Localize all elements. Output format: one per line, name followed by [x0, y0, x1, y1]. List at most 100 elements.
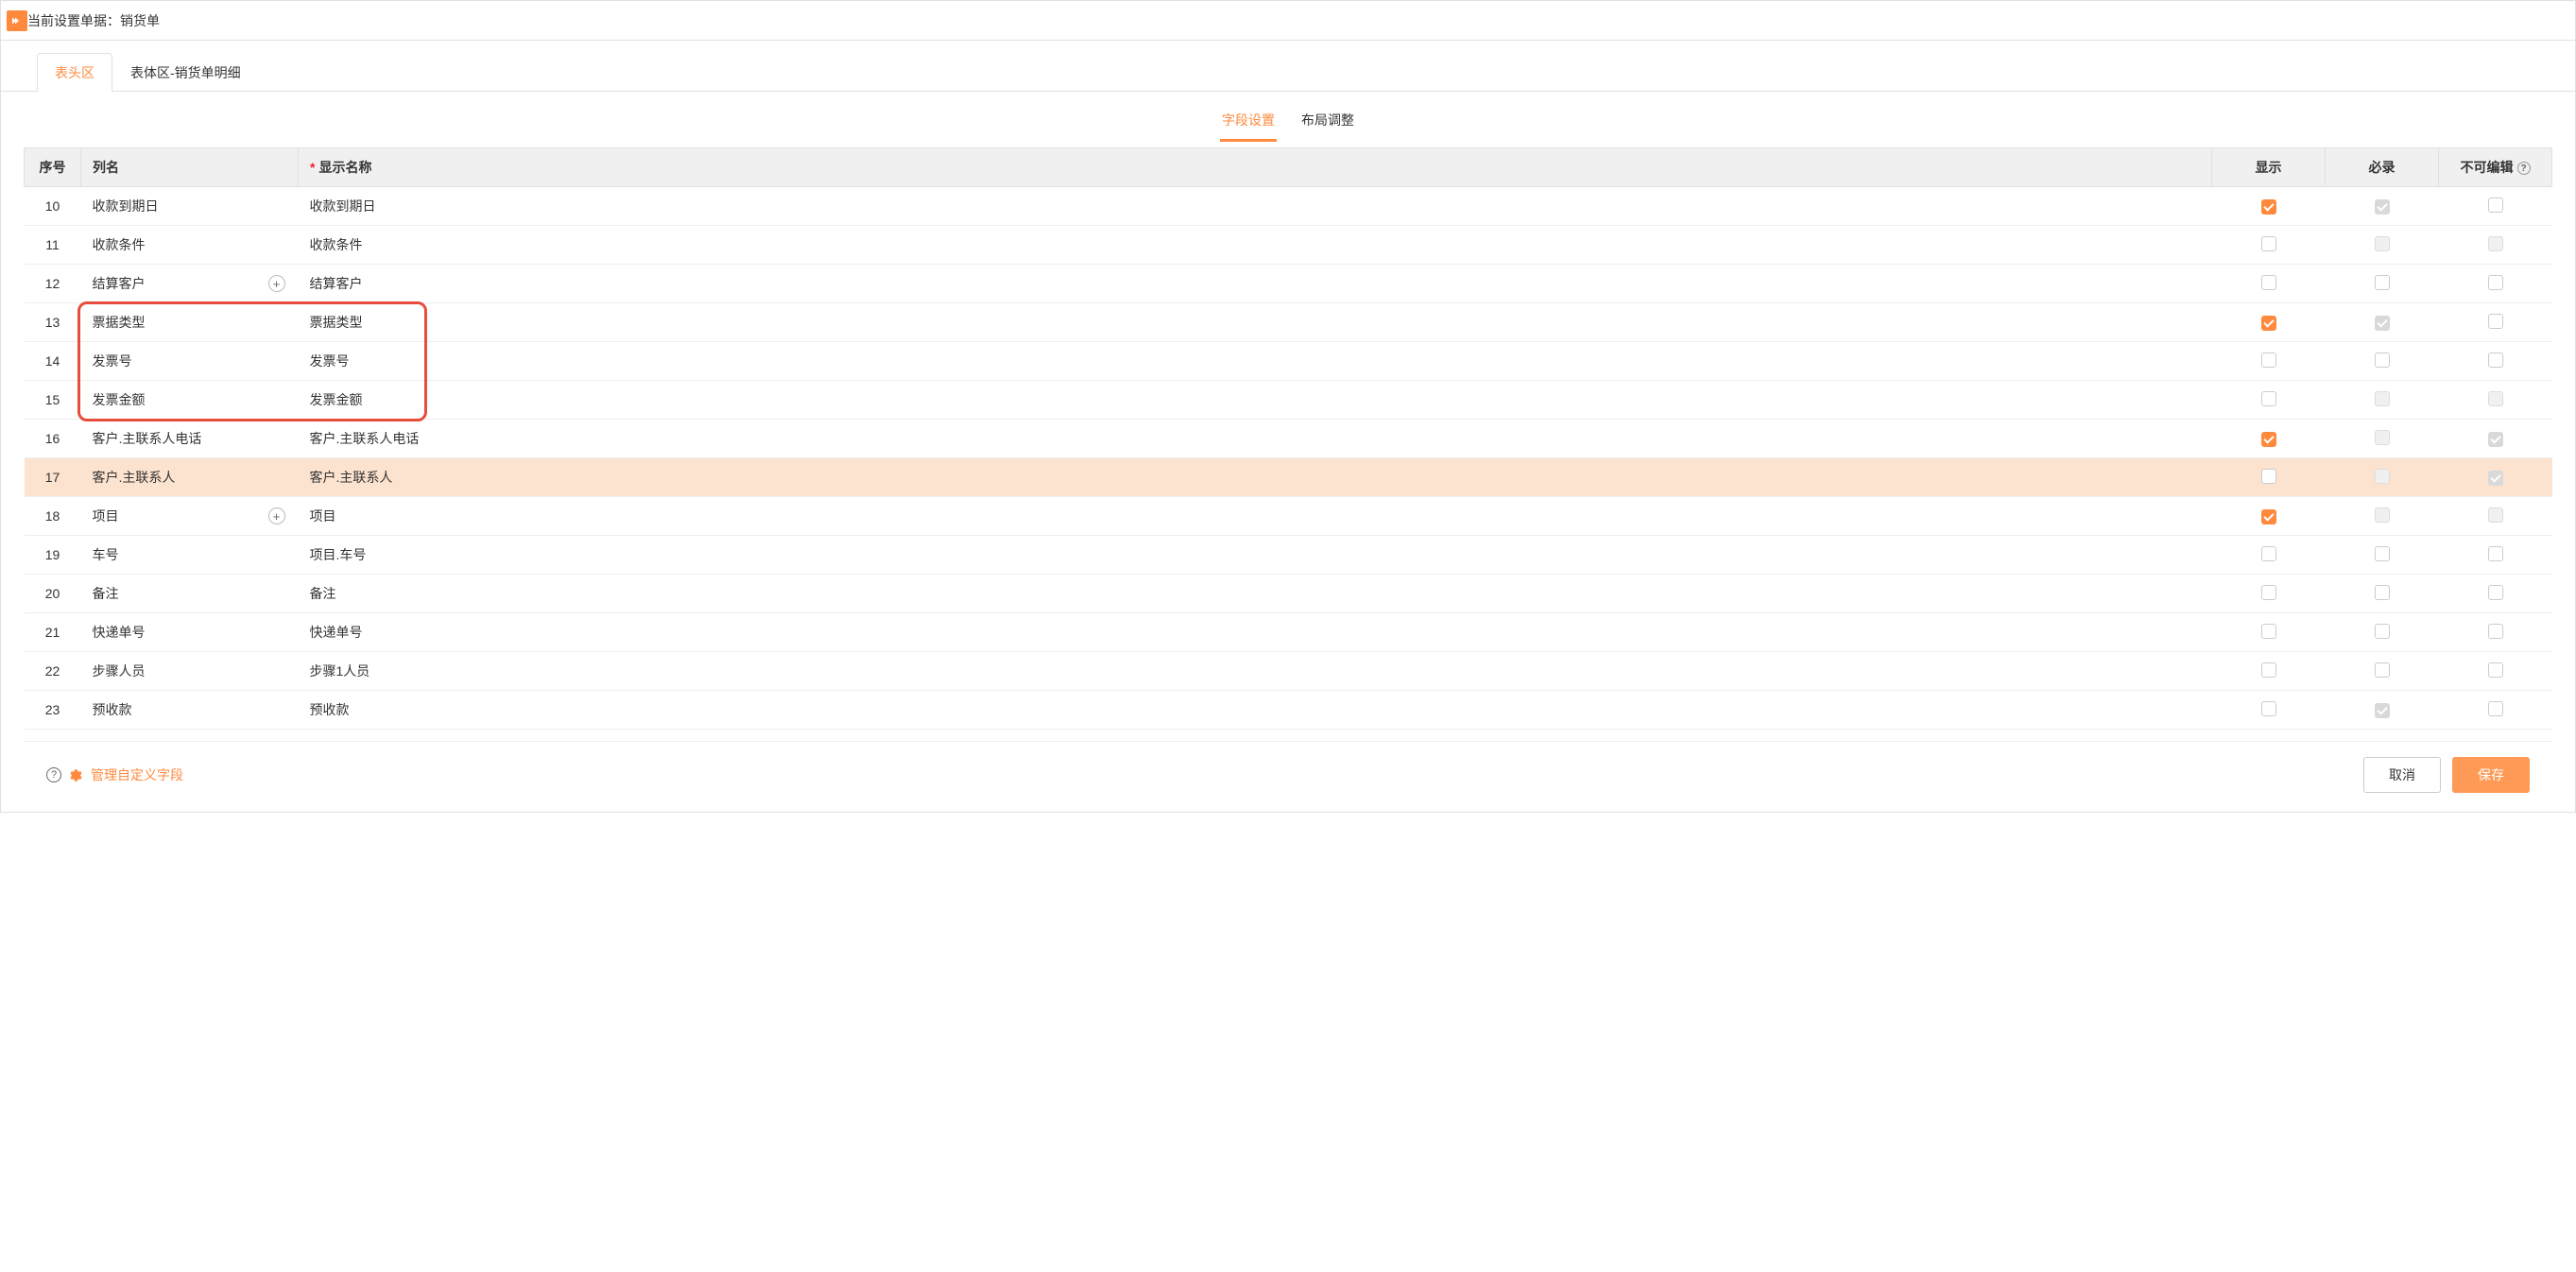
- row-name-text: 客户.主联系人电话: [93, 431, 202, 446]
- checkbox-required: [2375, 507, 2390, 523]
- row-display-name[interactable]: 发票金额: [299, 381, 2212, 420]
- table-row: 20备注备注: [25, 575, 2552, 613]
- field-settings-table: 序号 列名 *显示名称 显示 必录 不可编辑? 10收款到期日收款到期日11收款…: [24, 147, 2552, 730]
- row-name: 票据类型: [81, 303, 299, 342]
- table-row: 10收款到期日收款到期日: [25, 187, 2552, 226]
- row-name: 车号: [81, 536, 299, 575]
- row-index: 23: [25, 691, 81, 730]
- row-display-name[interactable]: 预收款: [299, 691, 2212, 730]
- row-name: 快递单号: [81, 613, 299, 652]
- checkbox-show[interactable]: [2261, 624, 2276, 639]
- checkbox-show[interactable]: [2261, 316, 2276, 331]
- row-index: 19: [25, 536, 81, 575]
- column-header-required: 必录: [2326, 148, 2439, 187]
- checkbox-required[interactable]: [2375, 662, 2390, 678]
- row-name-text: 车号: [93, 547, 119, 562]
- top-tab-0[interactable]: 表头区: [37, 53, 112, 92]
- sub-tabs: 字段设置布局调整: [1, 92, 2575, 147]
- checkbox-required: [2375, 430, 2390, 445]
- checkbox-show[interactable]: [2261, 469, 2276, 484]
- row-display-name[interactable]: 票据类型: [299, 303, 2212, 342]
- sub-tab-0[interactable]: 字段设置: [1220, 107, 1277, 142]
- checkbox-show[interactable]: [2261, 275, 2276, 290]
- table-row: 16客户.主联系人电话客户.主联系人电话: [25, 420, 2552, 458]
- row-index: 11: [25, 226, 81, 265]
- checkbox-required: [2375, 391, 2390, 406]
- help-icon[interactable]: ?: [46, 767, 61, 782]
- checkbox-show[interactable]: [2261, 546, 2276, 561]
- checkbox-show[interactable]: [2261, 432, 2276, 447]
- table-row: 14发票号发票号: [25, 342, 2552, 381]
- checkbox-required[interactable]: [2375, 585, 2390, 600]
- row-name: 收款条件: [81, 226, 299, 265]
- checkbox-required: [2375, 236, 2390, 251]
- row-index: 22: [25, 652, 81, 691]
- checkbox-show[interactable]: [2261, 352, 2276, 368]
- checkbox-readonly[interactable]: [2488, 662, 2503, 678]
- checkbox-readonly[interactable]: [2488, 701, 2503, 716]
- checkbox-readonly[interactable]: [2488, 352, 2503, 368]
- table-row: 18项目+项目: [25, 497, 2552, 536]
- checkbox-show[interactable]: [2261, 585, 2276, 600]
- checkbox-show[interactable]: [2261, 236, 2276, 251]
- add-button[interactable]: +: [268, 507, 285, 524]
- checkbox-readonly[interactable]: [2488, 198, 2503, 213]
- header-bar: 当前设置单据：销货单: [1, 1, 2575, 41]
- row-index: 15: [25, 381, 81, 420]
- row-name: 收款到期日: [81, 187, 299, 226]
- checkbox-required[interactable]: [2375, 275, 2390, 290]
- row-display-name[interactable]: 客户.主联系人电话: [299, 420, 2212, 458]
- checkbox-show[interactable]: [2261, 701, 2276, 716]
- row-display-name[interactable]: 客户.主联系人: [299, 458, 2212, 497]
- table-row: 21快递单号快递单号: [25, 613, 2552, 652]
- checkbox-required: [2375, 316, 2390, 331]
- row-display-name[interactable]: 步骤1人员: [299, 652, 2212, 691]
- checkbox-show[interactable]: [2261, 199, 2276, 215]
- row-name-text: 备注: [93, 586, 119, 601]
- checkbox-required: [2375, 703, 2390, 718]
- checkbox-readonly[interactable]: [2488, 275, 2503, 290]
- row-name-text: 发票金额: [93, 392, 146, 407]
- checkbox-show[interactable]: [2261, 391, 2276, 406]
- row-display-name[interactable]: 项目: [299, 497, 2212, 536]
- checkbox-readonly[interactable]: [2488, 546, 2503, 561]
- checkbox-required[interactable]: [2375, 352, 2390, 368]
- row-display-name[interactable]: 备注: [299, 575, 2212, 613]
- row-name-text: 结算客户: [93, 276, 146, 291]
- checkbox-required[interactable]: [2375, 546, 2390, 561]
- add-button[interactable]: +: [268, 275, 285, 292]
- row-display-name[interactable]: 快递单号: [299, 613, 2212, 652]
- checkbox-readonly: [2488, 507, 2503, 523]
- row-name: 发票金额: [81, 381, 299, 420]
- row-display-name[interactable]: 收款到期日: [299, 187, 2212, 226]
- checkbox-show[interactable]: [2261, 662, 2276, 678]
- column-header-show: 显示: [2212, 148, 2326, 187]
- top-tabs: 表头区表体区-销货单明细: [1, 41, 2575, 92]
- row-name-text: 票据类型: [93, 315, 146, 330]
- checkbox-required[interactable]: [2375, 624, 2390, 639]
- row-display-name[interactable]: 项目.车号: [299, 536, 2212, 575]
- expand-sidebar-button[interactable]: [7, 10, 27, 31]
- help-icon[interactable]: ?: [2517, 162, 2531, 175]
- row-name: 结算客户 +: [81, 265, 299, 303]
- checkbox-readonly[interactable]: [2488, 624, 2503, 639]
- row-index: 13: [25, 303, 81, 342]
- row-display-name[interactable]: 结算客户: [299, 265, 2212, 303]
- checkbox-show[interactable]: [2261, 509, 2276, 524]
- save-button[interactable]: 保存: [2452, 757, 2530, 793]
- sub-tab-1[interactable]: 布局调整: [1299, 107, 1356, 142]
- cancel-button[interactable]: 取消: [2363, 757, 2441, 793]
- row-display-name[interactable]: 收款条件: [299, 226, 2212, 265]
- row-index: 12: [25, 265, 81, 303]
- row-name-text: 客户.主联系人: [93, 470, 176, 485]
- row-name-text: 收款条件: [93, 237, 146, 252]
- manage-custom-fields-link[interactable]: 管理自定义字段: [91, 765, 183, 784]
- checkbox-readonly[interactable]: [2488, 314, 2503, 329]
- chevron-right-icon: [11, 15, 23, 26]
- header-title: 当前设置单据：销货单: [27, 11, 160, 30]
- row-index: 10: [25, 187, 81, 226]
- checkbox-readonly[interactable]: [2488, 585, 2503, 600]
- row-display-name[interactable]: 发票号: [299, 342, 2212, 381]
- checkbox-readonly: [2488, 391, 2503, 406]
- top-tab-1[interactable]: 表体区-销货单明细: [112, 53, 259, 92]
